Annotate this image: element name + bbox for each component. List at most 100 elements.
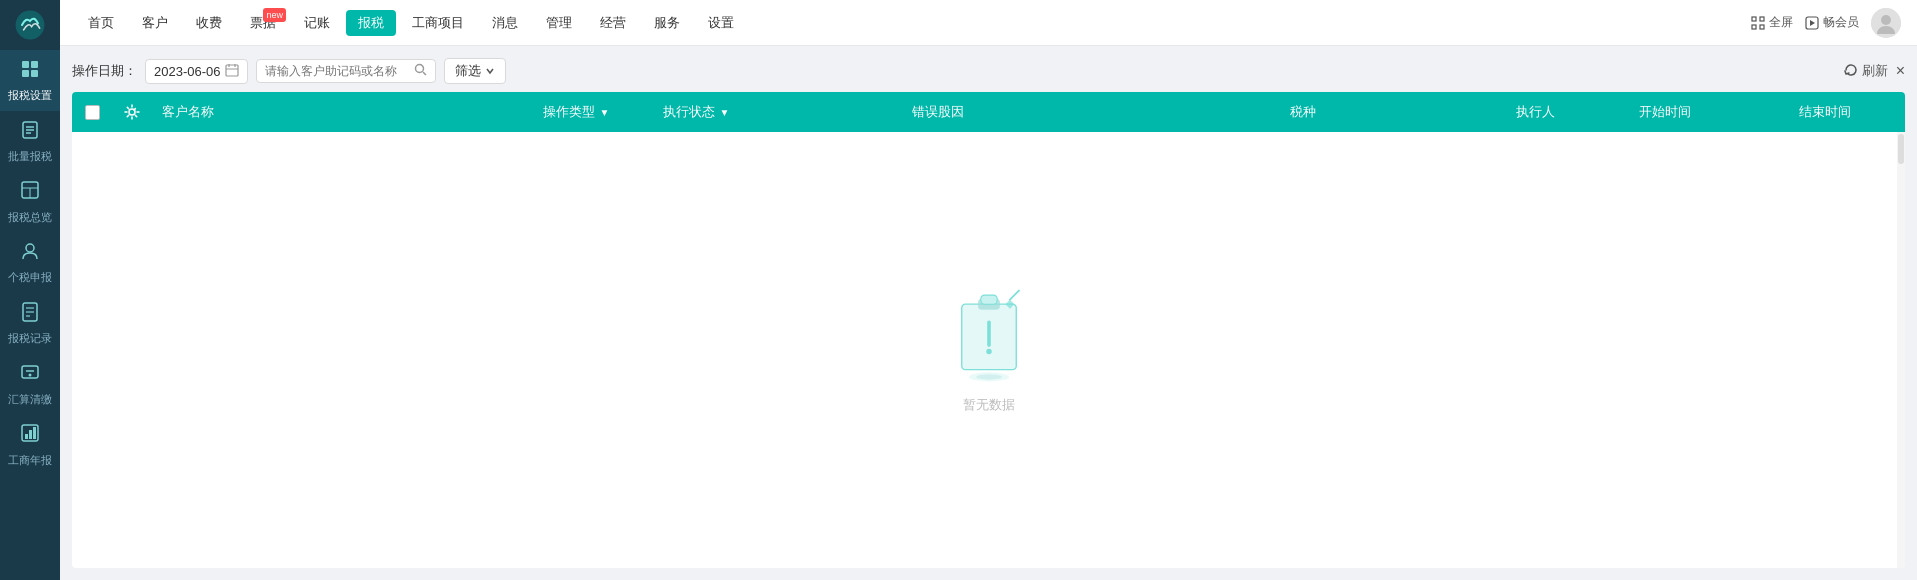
refresh-icon — [1844, 63, 1858, 80]
table-header: 客户名称 操作类型 ▼ 执行状态 ▼ 错误股因 税种 执行人 — [72, 92, 1905, 132]
nav-tax[interactable]: 报税 — [346, 10, 396, 36]
nav-invoice[interactable]: 票据 new — [238, 10, 288, 36]
svg-rect-25 — [1760, 17, 1764, 21]
exec-status-sort-icon[interactable]: ▼ — [719, 107, 729, 118]
nav-account[interactable]: 记账 — [292, 10, 342, 36]
sidebar-label-batch-tax: 批量报税 — [8, 149, 52, 163]
close-button[interactable]: × — [1896, 63, 1905, 79]
svg-rect-27 — [1760, 25, 1764, 29]
th-start-time: 开始时间 — [1585, 95, 1745, 129]
nav-manage[interactable]: 管理 — [534, 10, 584, 36]
th-checkbox — [72, 97, 112, 128]
th-settings — [112, 96, 152, 128]
sidebar-item-settle[interactable]: 汇算清缴 — [0, 353, 60, 414]
nav-operation[interactable]: 经营 — [588, 10, 638, 36]
nav-service[interactable]: 服务 — [642, 10, 692, 36]
svg-rect-23 — [33, 427, 36, 439]
empty-state: 暂无数据 — [944, 286, 1034, 414]
toolbar: 操作日期： 2023-06-06 — [72, 58, 1905, 84]
sidebar-label-tax-overview: 报税总览 — [8, 210, 52, 224]
annual-report-icon — [19, 422, 41, 450]
chevron-down-icon — [485, 64, 495, 79]
table-body: 暂无数据 — [72, 132, 1905, 568]
select-all-checkbox[interactable] — [85, 105, 100, 120]
empty-illustration — [944, 286, 1034, 386]
personal-tax-icon — [19, 240, 41, 268]
sidebar-label-tax-settings: 报税设置 — [8, 88, 52, 102]
sidebar-label-settle: 汇算清缴 — [8, 392, 52, 406]
nav-collect[interactable]: 收费 — [184, 10, 234, 36]
settings-column-icon[interactable] — [124, 104, 140, 120]
sidebar-item-tax-records[interactable]: 报税记录 — [0, 293, 60, 354]
th-executor: 执行人 — [1485, 95, 1585, 129]
svg-point-19 — [29, 374, 32, 377]
svg-rect-4 — [31, 70, 38, 77]
sidebar-item-personal-tax[interactable]: 个税申报 — [0, 232, 60, 293]
main-area: 首页 客户 收费 票据 new 记账 报税 工商项目 消息 管理 经营 服务 设… — [60, 0, 1917, 580]
th-exec-status: 执行状态 ▼ — [636, 95, 756, 129]
sidebar-label-annual-report: 工商年报 — [8, 453, 52, 467]
th-error-reason: 错误股因 — [756, 95, 1120, 129]
svg-rect-3 — [22, 70, 29, 77]
th-op-type: 操作类型 ▼ — [516, 95, 636, 129]
svg-rect-24 — [1752, 17, 1756, 21]
search-box[interactable] — [256, 59, 436, 83]
th-end-time: 结束时间 — [1745, 95, 1905, 129]
th-client-name: 客户名称 — [152, 95, 516, 129]
svg-rect-1 — [22, 61, 29, 68]
tax-records-icon — [19, 301, 41, 329]
scrollbar-thumb — [1898, 134, 1904, 164]
table-container: 客户名称 操作类型 ▼ 执行状态 ▼ 错误股因 税种 执行人 — [72, 92, 1905, 568]
svg-rect-26 — [1752, 25, 1756, 29]
date-label: 操作日期： — [72, 62, 137, 80]
svg-line-45 — [1009, 291, 1018, 300]
nav-customer[interactable]: 客户 — [130, 10, 180, 36]
filter-button[interactable]: 筛选 — [444, 58, 506, 84]
empty-text: 暂无数据 — [963, 396, 1015, 414]
nav-settings[interactable]: 设置 — [696, 10, 746, 36]
nav-business[interactable]: 工商项目 — [400, 10, 476, 36]
calendar-icon — [225, 63, 239, 80]
user-avatar[interactable] — [1871, 8, 1901, 38]
svg-rect-42 — [980, 295, 996, 304]
date-value: 2023-06-06 — [154, 64, 221, 79]
svg-point-43 — [986, 349, 991, 354]
scrollbar-track — [1897, 132, 1905, 568]
search-input[interactable] — [265, 64, 410, 78]
nav-home[interactable]: 首页 — [76, 10, 126, 36]
sidebar: 报税设置 批量报税 报税总览 — [0, 0, 60, 580]
svg-point-12 — [26, 244, 34, 252]
sidebar-label-tax-records: 报税记录 — [8, 331, 52, 345]
tax-overview-icon — [19, 179, 41, 207]
member-button[interactable]: 畅会员 — [1805, 14, 1859, 31]
top-nav: 首页 客户 收费 票据 new 记账 报税 工商项目 消息 管理 经营 服务 设… — [60, 0, 1917, 46]
refresh-label: 刷新 — [1862, 62, 1888, 80]
sidebar-item-tax-settings[interactable]: 报税设置 — [0, 50, 60, 111]
search-icon[interactable] — [414, 63, 427, 79]
sidebar-label-personal-tax: 个税申报 — [8, 270, 52, 284]
date-picker[interactable]: 2023-06-06 — [145, 59, 248, 84]
svg-line-37 — [423, 72, 426, 75]
nav-items: 首页 客户 收费 票据 new 记账 报税 工商项目 消息 管理 经营 服务 设… — [76, 10, 1751, 36]
refresh-button[interactable]: 刷新 — [1844, 62, 1888, 80]
svg-rect-22 — [29, 430, 32, 439]
sidebar-item-tax-overview[interactable]: 报税总览 — [0, 171, 60, 232]
fullscreen-button[interactable]: 全屏 — [1751, 14, 1793, 31]
sidebar-item-batch-tax[interactable]: 批量报税 — [0, 111, 60, 172]
op-type-sort-icon[interactable]: ▼ — [599, 107, 609, 118]
nav-right: 全屏 畅会员 — [1751, 8, 1901, 38]
svg-rect-21 — [25, 434, 28, 439]
svg-rect-32 — [226, 65, 238, 76]
svg-point-31 — [1881, 15, 1891, 25]
filter-label: 筛选 — [455, 62, 481, 80]
th-tax-type: 税种 — [1121, 95, 1485, 129]
svg-point-36 — [415, 65, 423, 73]
sidebar-item-annual-report[interactable]: 工商年报 — [0, 414, 60, 475]
settle-icon — [19, 361, 41, 389]
batch-tax-icon — [19, 119, 41, 147]
tax-settings-icon — [19, 58, 41, 86]
nav-message[interactable]: 消息 — [480, 10, 530, 36]
sidebar-logo — [0, 0, 60, 50]
svg-rect-2 — [31, 61, 38, 68]
content-area: 操作日期： 2023-06-06 — [60, 46, 1917, 580]
